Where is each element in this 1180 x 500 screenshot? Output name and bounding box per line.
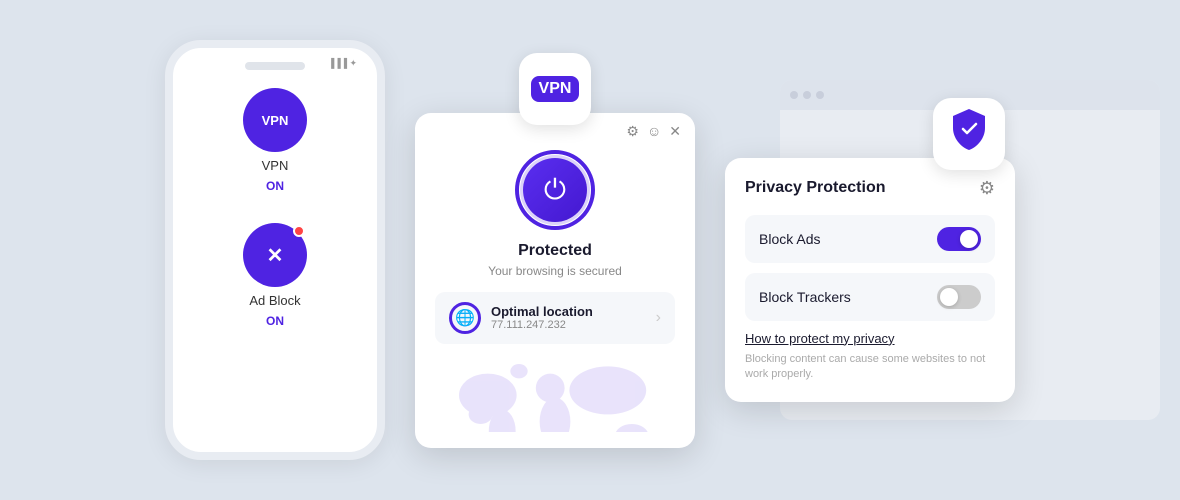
block-trackers-row[interactable]: Block Trackers: [745, 273, 995, 321]
phone-mockup: ▐▐▐ ✦ VPN VPN ON ✕ Ad Block ON: [165, 40, 385, 460]
world-map: [435, 352, 675, 432]
adblock-icon-text: ✕: [267, 243, 284, 268]
location-info: Optimal location 77.111.247.232: [491, 304, 593, 331]
close-icon[interactable]: ✕: [669, 123, 681, 140]
protected-status-title: Protected: [518, 242, 592, 260]
adblock-app-label: Ad Block: [249, 293, 300, 308]
block-trackers-toggle[interactable]: [937, 285, 981, 309]
vpn-popup-body: ⏻ Protected Your browsing is secured 🌐 O…: [415, 140, 695, 448]
shield-popup-badge: [933, 98, 1005, 170]
phone-app-adblock[interactable]: ✕ Ad Block ON: [243, 223, 307, 328]
vpn-popup: ⚙ ☺ ✕ ⏻ Protected Your browsing is secur…: [415, 113, 695, 448]
block-ads-label: Block Ads: [759, 231, 820, 247]
block-trackers-knob: [940, 288, 958, 306]
privacy-popup: Privacy Protection ⚙ Block Ads Block Tra…: [725, 158, 1015, 403]
privacy-note: Blocking content can cause some websites…: [745, 352, 995, 383]
block-ads-row[interactable]: Block Ads: [745, 215, 995, 263]
phone-status-bar: ▐▐▐ ✦: [328, 58, 357, 69]
block-ads-knob: [960, 230, 978, 248]
shield-icon: [949, 107, 989, 160]
block-trackers-label: Block Trackers: [759, 289, 851, 305]
vpn-app-icon[interactable]: VPN: [243, 88, 307, 152]
privacy-title: Privacy Protection: [745, 179, 886, 197]
block-ads-toggle[interactable]: [937, 227, 981, 251]
settings-icon[interactable]: ⚙: [626, 123, 639, 140]
location-left: 🌐 Optimal location 77.111.247.232: [449, 302, 593, 334]
protected-status-subtitle: Your browsing is secured: [488, 264, 622, 278]
chevron-right-icon: ›: [656, 309, 661, 327]
vpn-badge-text: VPN: [531, 76, 580, 102]
privacy-settings-icon[interactable]: ⚙: [979, 178, 995, 199]
location-row[interactable]: 🌐 Optimal location 77.111.247.232 ›: [435, 292, 675, 344]
vpn-icon-text: VPN: [262, 113, 289, 128]
power-button[interactable]: ⏻: [515, 150, 595, 230]
adblock-app-icon[interactable]: ✕: [243, 223, 307, 287]
privacy-popup-wrapper: Privacy Protection ⚙ Block Ads Block Tra…: [725, 98, 1015, 403]
phone-notch: [245, 62, 305, 70]
vpn-popup-wrapper: VPN ⚙ ☺ ✕ ⏻ Protected Your browsing is s…: [415, 53, 695, 448]
globe-icon: 🌐: [449, 302, 481, 334]
phone-app-vpn[interactable]: VPN VPN ON: [243, 88, 307, 193]
power-icon: ⏻: [544, 176, 566, 204]
emoji-icon[interactable]: ☺: [647, 123, 661, 140]
main-scene: ▐▐▐ ✦ VPN VPN ON ✕ Ad Block ON VPN ⚙: [0, 0, 1180, 500]
location-name: Optimal location: [491, 304, 593, 319]
vpn-popup-badge: VPN: [519, 53, 591, 125]
adblock-notification-badge: [293, 225, 305, 237]
privacy-header: Privacy Protection ⚙: [745, 178, 995, 199]
adblock-app-status: ON: [266, 314, 284, 328]
vpn-app-status: ON: [266, 179, 284, 193]
vpn-app-label: VPN: [262, 158, 289, 173]
power-button-inner: ⏻: [523, 158, 587, 222]
location-ip: 77.111.247.232: [491, 319, 593, 331]
privacy-link[interactable]: How to protect my privacy: [745, 331, 995, 346]
